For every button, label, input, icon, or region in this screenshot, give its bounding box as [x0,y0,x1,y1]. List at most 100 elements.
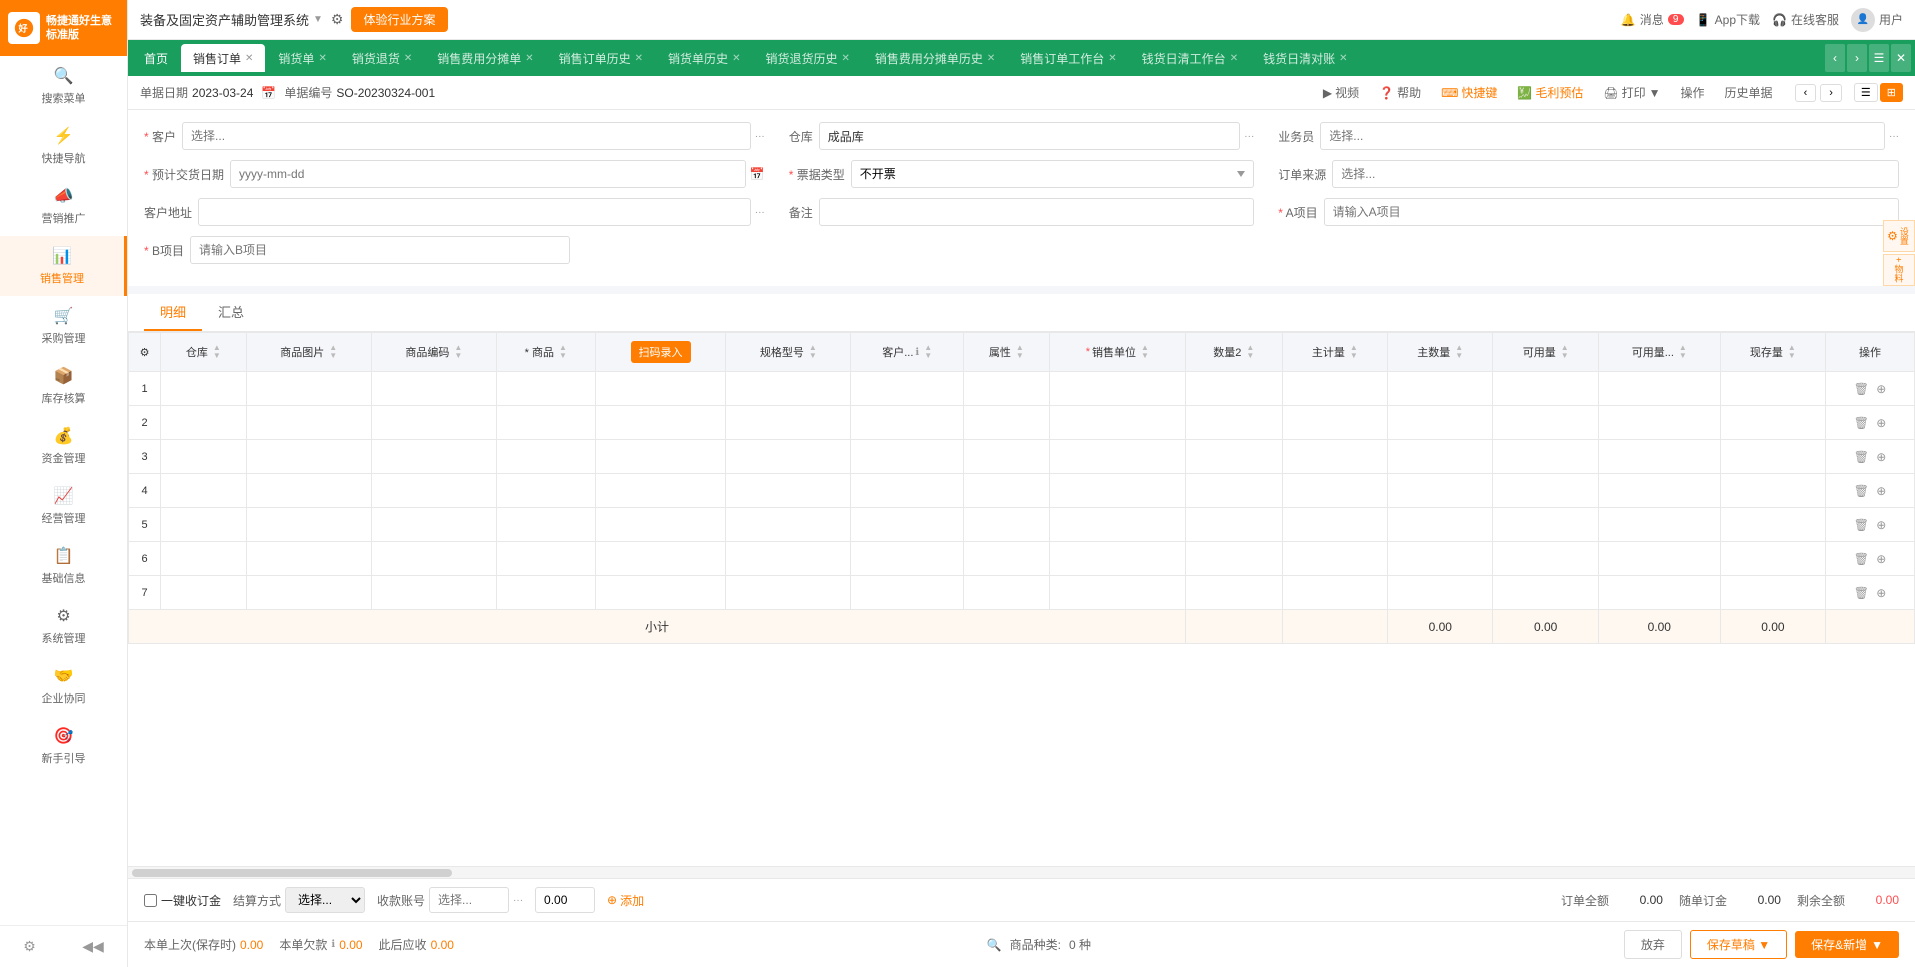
copy-row-icon[interactable]: ⊕ [1874,448,1888,466]
customer-more-icon[interactable]: ··· [755,131,765,142]
tab-sales-order[interactable]: 销售订单 ✕ [181,44,265,72]
date-calendar-icon[interactable]: 📅 [750,167,765,181]
tab-summary[interactable]: 汇总 [202,294,260,331]
tab-prev-btn[interactable]: ‹ [1825,44,1845,72]
order-source-input[interactable] [1332,160,1899,188]
th-current[interactable]: 现存量 ▲▼ [1720,333,1825,372]
th-attr[interactable]: 属性 ▲▼ [963,333,1049,372]
tab-close-icon[interactable]: ✕ [841,53,849,64]
delete-row-icon[interactable]: 🗑 [1852,516,1871,534]
copy-row-icon[interactable]: ⊕ [1874,414,1888,432]
a-project-input[interactable] [1324,198,1899,226]
save-draft-button[interactable]: 保存草稿 ▼ [1690,930,1787,959]
sidebar-item-marketing[interactable]: 📣 营销推广 [0,176,127,236]
delete-row-icon[interactable]: 🗑 [1852,414,1871,432]
customer-input[interactable] [182,122,751,150]
th-main-qty[interactable]: 主数量 ▲▼ [1388,333,1493,372]
delete-row-icon[interactable]: 🗑 [1852,482,1871,500]
th-warehouse[interactable]: 仓库 ▲▼ [161,333,247,372]
tab-detail[interactable]: 明细 [144,294,202,331]
scan-btn[interactable]: 扫码录入 [631,341,691,363]
notification-item[interactable]: 🔔 消息 9 [1621,11,1684,28]
th-spec[interactable]: 规格型号 ▲▼ [726,333,851,372]
tab-close-icon[interactable]: ✕ [1230,53,1238,64]
tab-cash-workbench[interactable]: 钱货日清工作台 ✕ [1130,44,1250,72]
sidebar-item-operations[interactable]: 📈 经营管理 [0,476,127,536]
tab-next-btn[interactable]: › [1847,44,1867,72]
save-new-button[interactable]: 保存&新增 ▼ [1795,931,1899,958]
tab-close-icon[interactable]: ✕ [245,53,253,64]
print-btn[interactable]: 🖨 打印 ▼ [1597,82,1666,103]
sidebar-item-inventory[interactable]: 📦 库存核算 [0,356,127,416]
scroll-thumb[interactable] [132,869,452,877]
tab-close-icon[interactable]: ✕ [987,53,995,64]
table-wrapper[interactable]: ⚙ 仓库 ▲▼ 商品图片 [128,332,1915,866]
help-btn[interactable]: ❓ 帮助 [1373,82,1427,103]
tab-menu-btn[interactable]: ☰ [1869,44,1889,72]
tab-close-icon[interactable]: ✕ [318,53,326,64]
tab-close-icon[interactable]: ✕ [1108,53,1116,64]
add-material-btn[interactable]: + 物料 [1883,254,1915,286]
tab-close-icon[interactable]: ✕ [404,53,412,64]
sidebar-item-collab[interactable]: 🤝 企业协同 [0,656,127,716]
account-input[interactable] [429,887,509,913]
delete-row-icon[interactable]: 🗑 [1852,550,1871,568]
sidebar-item-system[interactable]: ⚙ 系统管理 [0,596,127,656]
sidebar-item-sales[interactable]: 📊 销售管理 [0,236,127,296]
tab-return-history[interactable]: 销货退货历史 ✕ [753,44,861,72]
tab-close-all-btn[interactable]: ✕ [1891,44,1911,72]
profit-btn[interactable]: 💹 毛利预估 [1511,82,1589,103]
tab-close-icon[interactable]: ✕ [635,53,643,64]
tab-order-workbench[interactable]: 销售订单工作台 ✕ [1008,44,1128,72]
one-click-payment-check[interactable] [144,894,157,907]
th-image[interactable]: 商品图片 ▲▼ [246,333,371,372]
form-view-btn[interactable]: ⊞ [1880,83,1903,102]
nav-prev-btn[interactable]: ‹ [1795,84,1817,102]
table-scroll-bar[interactable] [128,866,1915,878]
settings-bottom-icon[interactable]: ⚙ [19,934,40,959]
online-service-item[interactable]: 🎧 在线客服 [1772,11,1839,28]
th-unit[interactable]: * 销售单位 ▲▼ [1049,333,1185,372]
delete-row-icon[interactable]: 🗑 [1852,448,1871,466]
warehouse-input[interactable] [819,122,1241,150]
copy-row-icon[interactable]: ⊕ [1874,482,1888,500]
tab-invoice[interactable]: 销货单 ✕ [266,44,338,72]
sidebar-item-finance[interactable]: 💰 资金管理 [0,416,127,476]
app-download-item[interactable]: 📱 App下载 [1696,11,1760,28]
add-btn[interactable]: ⊕ 添加 [607,892,644,909]
settings-panel-btn[interactable]: ⚙ 设置 [1883,220,1915,252]
th-code[interactable]: 商品编码 ▲▼ [371,333,496,372]
collapse-icon[interactable]: ◀◀ [78,934,108,959]
action-btn[interactable]: 操作 [1675,82,1711,103]
copy-row-icon[interactable]: ⊕ [1874,584,1888,602]
th-available2[interactable]: 可用量... ▲▼ [1598,333,1720,372]
copy-row-icon[interactable]: ⊕ [1874,550,1888,568]
sidebar-item-search[interactable]: 🔍 搜索菜单 [0,56,127,116]
sidebar-item-nav[interactable]: ⚡ 快捷导航 [0,116,127,176]
th-customer-code[interactable]: 客户... ℹ ▲▼ [851,333,964,372]
tab-close-icon[interactable]: ✕ [1339,53,1347,64]
delete-row-icon[interactable]: 🗑 [1852,584,1871,602]
settlement-select[interactable]: 选择... [285,887,365,913]
th-settings[interactable]: ⚙ [129,333,161,372]
delivery-date-input[interactable] [230,160,746,188]
invoice-type-select[interactable]: 不开票 增值税普通发票 增值税专用发票 [851,160,1255,188]
tab-home[interactable]: 首页 [132,44,180,72]
salesperson-input[interactable] [1320,122,1885,150]
customer-address-input[interactable] [198,198,751,226]
tab-close-icon[interactable]: ✕ [732,53,740,64]
warehouse-more-icon[interactable]: ··· [1244,131,1254,142]
sidebar-item-basic[interactable]: 📋 基础信息 [0,536,127,596]
account-more-icon[interactable]: ··· [513,895,523,906]
copy-row-icon[interactable]: ⊕ [1874,516,1888,534]
tab-expense[interactable]: 销售费用分摊单 ✕ [425,44,545,72]
b-project-input[interactable] [190,236,570,264]
note-input[interactable] [819,198,1255,226]
th-qty2[interactable]: 数量2 ▲▼ [1185,333,1282,372]
th-available[interactable]: 可用量 ▲▼ [1493,333,1598,372]
copy-row-icon[interactable]: ⊕ [1874,380,1888,398]
th-product[interactable]: * 商品 ▲▼ [496,333,595,372]
discard-button[interactable]: 放弃 [1624,930,1682,959]
sidebar-item-purchase[interactable]: 🛒 采购管理 [0,296,127,356]
sidebar-item-guide[interactable]: 🎯 新手引导 [0,716,127,776]
